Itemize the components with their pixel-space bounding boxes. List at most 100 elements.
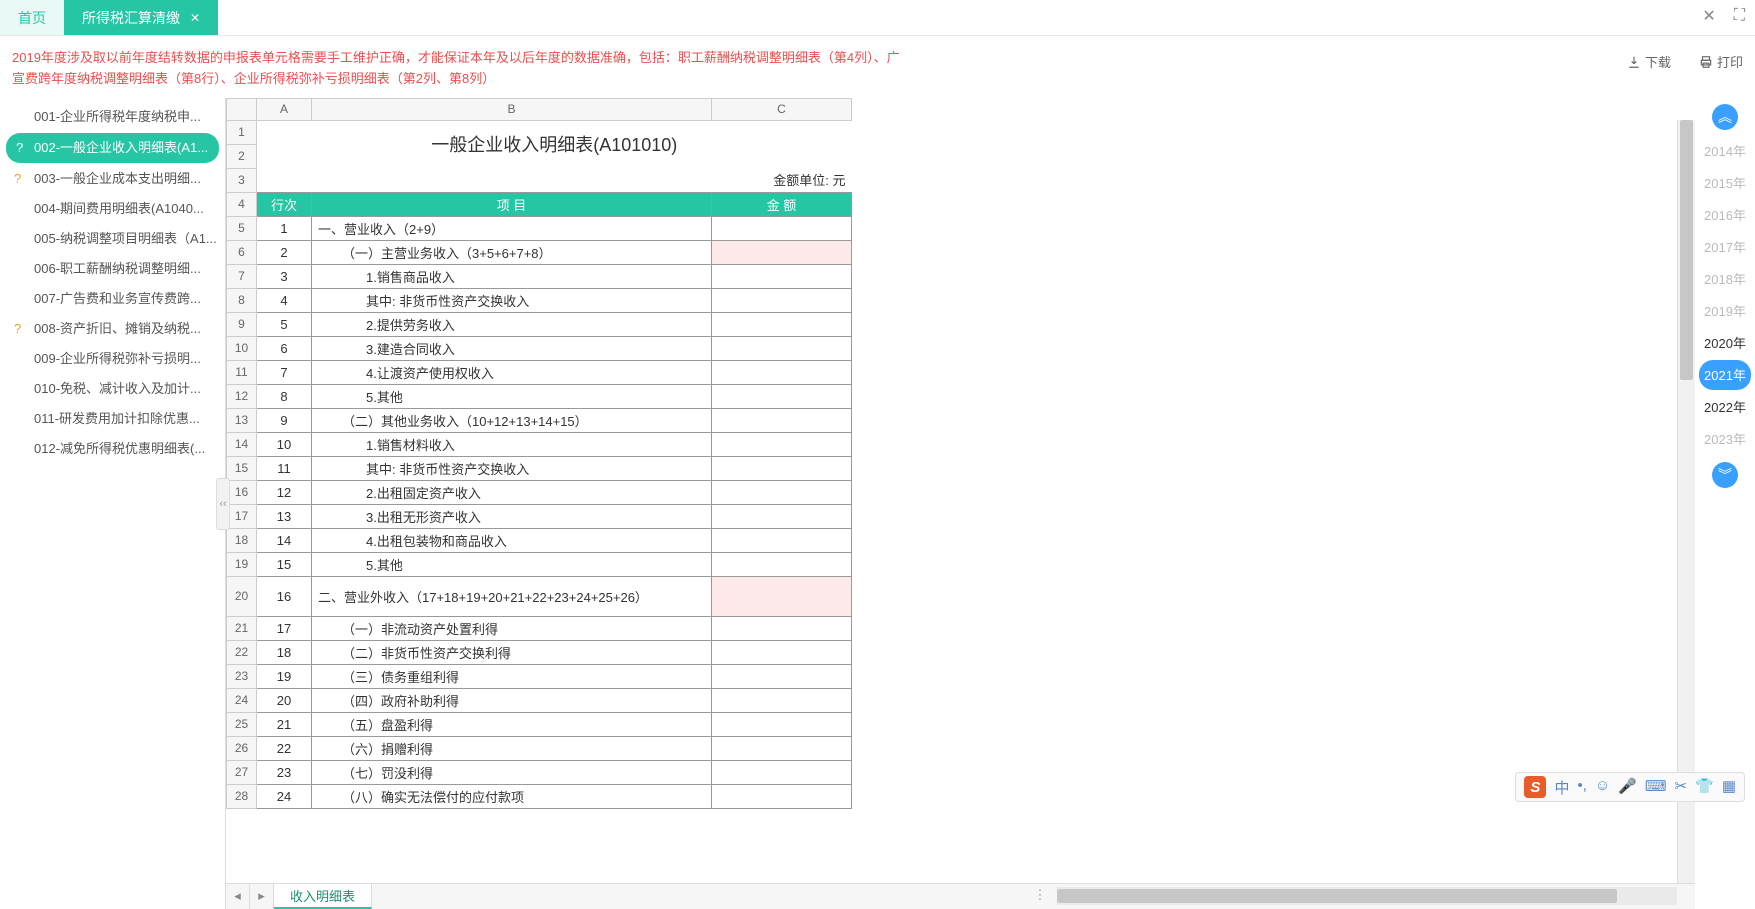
ime-item-1[interactable]: •, (1577, 777, 1586, 798)
row-header[interactable]: 7 (227, 264, 257, 288)
row-header[interactable]: 11 (227, 360, 257, 384)
fullscreen-icon[interactable]: ⛶ (1734, 7, 1745, 25)
sheet-tab-menu-icon[interactable]: ⋮ (1034, 887, 1047, 903)
row-header[interactable]: 16 (227, 480, 257, 504)
row-header[interactable]: 5 (227, 216, 257, 240)
tab-home[interactable]: 首页 (0, 0, 64, 35)
amount-cell[interactable] (712, 240, 852, 264)
ime-item-4[interactable]: ⌨ (1645, 777, 1667, 798)
sheet-tab[interactable]: 收入明细表 (274, 884, 372, 909)
amount-cell[interactable] (712, 456, 852, 480)
ime-item-2[interactable]: ☺ (1595, 777, 1610, 798)
row-header[interactable]: 9 (227, 312, 257, 336)
col-header-A[interactable]: A (257, 98, 312, 120)
row-header[interactable]: 25 (227, 712, 257, 736)
year-2018年[interactable]: 2018年 (1695, 264, 1755, 294)
nav-item-3[interactable]: ?003-一般企业成本支出明细... (0, 164, 225, 194)
row-header[interactable]: 21 (227, 616, 257, 640)
nav-item-2[interactable]: ?002-一般企业收入明细表(A1... (6, 133, 219, 163)
amount-cell[interactable] (712, 384, 852, 408)
amount-cell[interactable] (712, 576, 852, 616)
amount-cell[interactable] (712, 264, 852, 288)
nav-item-12[interactable]: 012-减免所得税优惠明细表(... (0, 434, 225, 464)
sheet-nav-first[interactable]: ◂ (226, 884, 250, 909)
row-header[interactable]: 28 (227, 784, 257, 808)
row-header[interactable]: 1 (227, 120, 257, 144)
amount-cell[interactable] (712, 216, 852, 240)
row-header[interactable]: 27 (227, 760, 257, 784)
year-2023年[interactable]: 2023年 (1695, 424, 1755, 454)
year-scroll-down-icon[interactable]: ︾ (1712, 462, 1738, 488)
nav-item-11[interactable]: 011-研发费用加计扣除优惠... (0, 404, 225, 434)
year-2019年[interactable]: 2019年 (1695, 296, 1755, 326)
amount-cell[interactable] (712, 504, 852, 528)
ime-item-7[interactable]: ▦ (1722, 777, 1736, 798)
amount-cell[interactable] (712, 688, 852, 712)
amount-cell[interactable] (712, 736, 852, 760)
row-header[interactable]: 18 (227, 528, 257, 552)
year-2017年[interactable]: 2017年 (1695, 232, 1755, 262)
amount-cell[interactable] (712, 712, 852, 736)
ime-item-5[interactable]: ✂ (1675, 777, 1688, 798)
row-header[interactable]: 2 (227, 144, 257, 168)
ime-item-6[interactable]: 👕 (1695, 777, 1714, 798)
amount-cell[interactable] (712, 784, 852, 808)
amount-cell[interactable] (712, 432, 852, 456)
col-header-B[interactable]: B (312, 98, 712, 120)
row-header[interactable]: 6 (227, 240, 257, 264)
row-header[interactable]: 15 (227, 456, 257, 480)
year-2016年[interactable]: 2016年 (1695, 200, 1755, 230)
nav-item-1[interactable]: 001-企业所得税年度纳税申... (0, 102, 225, 132)
row-header[interactable]: 4 (227, 192, 257, 216)
download-button[interactable]: 下载 (1627, 52, 1671, 71)
sheet-nav-prev[interactable]: ▸ (250, 884, 274, 909)
nav-item-9[interactable]: 009-企业所得税弥补亏损明... (0, 344, 225, 374)
amount-cell[interactable] (712, 760, 852, 784)
close-icon[interactable]: ✕ (1702, 6, 1715, 26)
amount-cell[interactable] (712, 312, 852, 336)
row-header[interactable]: 19 (227, 552, 257, 576)
row-header[interactable]: 14 (227, 432, 257, 456)
nav-item-8[interactable]: ?008-资产折旧、摊销及纳税... (0, 314, 225, 344)
amount-cell[interactable] (712, 616, 852, 640)
collapse-left-handle[interactable]: ‹‹ (216, 478, 230, 530)
ime-toolbar[interactable]: S 中•,☺🎤⌨✂👕▦ (1515, 772, 1745, 802)
tab-active[interactable]: 所得税汇算清缴 ✕ (64, 0, 218, 35)
row-header[interactable]: 17 (227, 504, 257, 528)
horizontal-scrollbar[interactable] (1057, 887, 1677, 905)
row-header[interactable]: 20 (227, 576, 257, 616)
row-header[interactable]: 12 (227, 384, 257, 408)
tab-close-icon[interactable]: ✕ (190, 11, 200, 25)
year-2022年[interactable]: 2022年 (1695, 392, 1755, 422)
ime-item-3[interactable]: 🎤 (1618, 777, 1637, 798)
nav-item-10[interactable]: 010-免税、减计收入及加计... (0, 374, 225, 404)
amount-cell[interactable] (712, 360, 852, 384)
row-header[interactable]: 23 (227, 664, 257, 688)
row-header[interactable]: 24 (227, 688, 257, 712)
row-header[interactable]: 26 (227, 736, 257, 760)
nav-item-5[interactable]: 005-纳税调整项目明细表（A1... (0, 224, 225, 254)
amount-cell[interactable] (712, 664, 852, 688)
amount-cell[interactable] (712, 408, 852, 432)
amount-cell[interactable] (712, 552, 852, 576)
year-2015年[interactable]: 2015年 (1695, 168, 1755, 198)
grid-corner[interactable] (227, 98, 257, 120)
amount-cell[interactable] (712, 640, 852, 664)
nav-item-7[interactable]: 007-广告费和业务宣传费跨... (0, 284, 225, 314)
amount-cell[interactable] (712, 288, 852, 312)
row-header[interactable]: 22 (227, 640, 257, 664)
row-header[interactable]: 3 (227, 168, 257, 192)
year-scroll-up-icon[interactable]: ︽ (1712, 104, 1738, 130)
year-2021年[interactable]: 2021年 (1699, 360, 1751, 390)
nav-item-4[interactable]: 004-期间费用明细表(A1040... (0, 194, 225, 224)
amount-cell[interactable] (712, 336, 852, 360)
ime-item-0[interactable]: 中 (1554, 777, 1569, 798)
nav-item-6[interactable]: 006-职工薪酬纳税调整明细... (0, 254, 225, 284)
row-header[interactable]: 13 (227, 408, 257, 432)
year-2014年[interactable]: 2014年 (1695, 136, 1755, 166)
year-2020年[interactable]: 2020年 (1695, 328, 1755, 358)
row-header[interactable]: 8 (227, 288, 257, 312)
amount-cell[interactable] (712, 480, 852, 504)
row-header[interactable]: 10 (227, 336, 257, 360)
col-header-C[interactable]: C (712, 98, 852, 120)
